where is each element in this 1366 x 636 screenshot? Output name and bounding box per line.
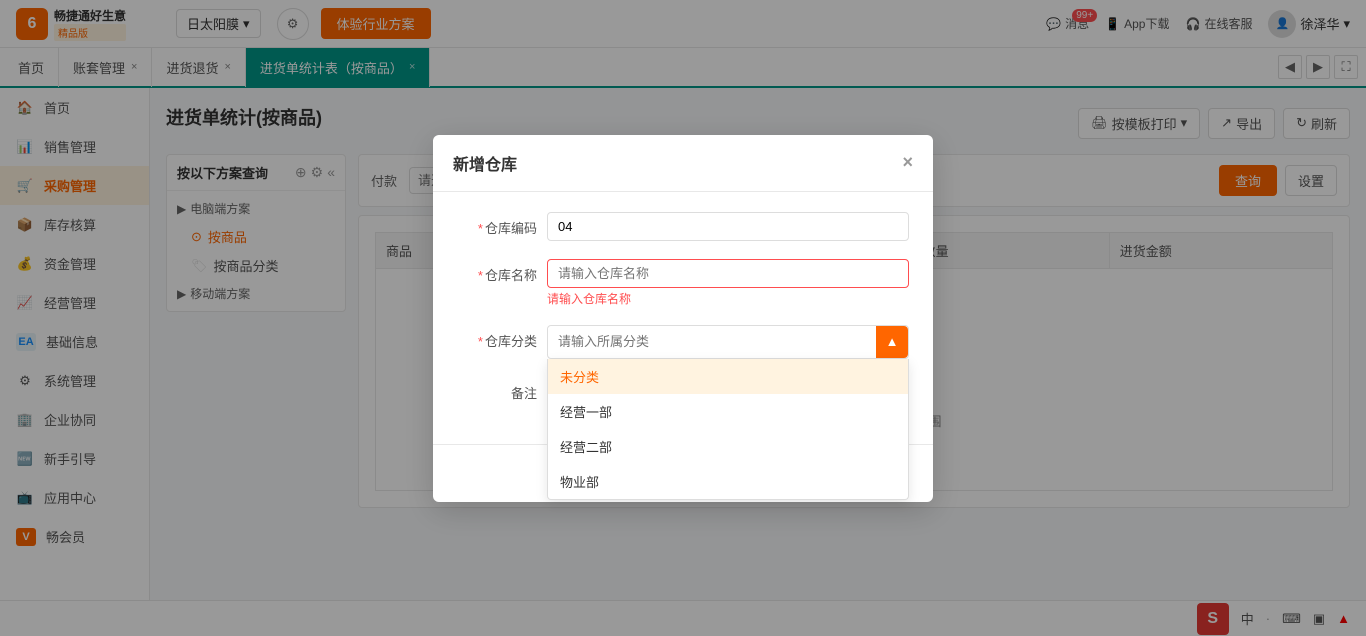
modal-header: 新增仓库 ×: [433, 135, 933, 192]
category-option-property[interactable]: 物业部: [548, 464, 908, 499]
category-option-dept2[interactable]: 经营二部: [548, 429, 908, 464]
form-row-name: 仓库名称 请输入仓库名称: [457, 259, 909, 307]
name-error-msg: 请输入仓库名称: [547, 290, 909, 307]
modal-body: 仓库编码 仓库名称 请输入仓库名称 仓库分类: [433, 192, 933, 444]
category-input-row: ▲: [547, 325, 909, 359]
form-row-category: 仓库分类 ▲ 未分类 经营一部 经营二部 物业部: [457, 325, 909, 359]
code-label: 仓库编码: [457, 212, 537, 237]
name-label: 仓库名称: [457, 259, 537, 284]
category-option-none[interactable]: 未分类: [548, 359, 908, 394]
code-field-wrapper: [547, 212, 909, 241]
modal-title: 新增仓库: [453, 151, 517, 175]
new-warehouse-modal: 新增仓库 × 仓库编码 仓库名称 请输入仓库名称 仓库分类: [433, 135, 933, 502]
category-label: 仓库分类: [457, 325, 537, 350]
note-label: 备注: [457, 377, 537, 402]
warehouse-code-input[interactable]: [547, 212, 909, 241]
category-toggle-button[interactable]: ▲: [876, 326, 908, 358]
modal-overlay: 新增仓库 × 仓库编码 仓库名称 请输入仓库名称 仓库分类: [0, 0, 1366, 636]
category-search-input[interactable]: [548, 328, 876, 355]
modal-close-button[interactable]: ×: [902, 152, 913, 173]
chevron-up-icon: ▲: [886, 334, 899, 349]
warehouse-name-input[interactable]: [547, 259, 909, 288]
category-dropdown-wrapper: ▲ 未分类 经营一部 经营二部 物业部: [547, 325, 909, 359]
category-dropdown-list: 未分类 经营一部 经营二部 物业部: [547, 359, 909, 500]
category-option-dept1[interactable]: 经营一部: [548, 394, 908, 429]
name-field-wrapper: 请输入仓库名称: [547, 259, 909, 307]
form-row-code: 仓库编码: [457, 212, 909, 241]
